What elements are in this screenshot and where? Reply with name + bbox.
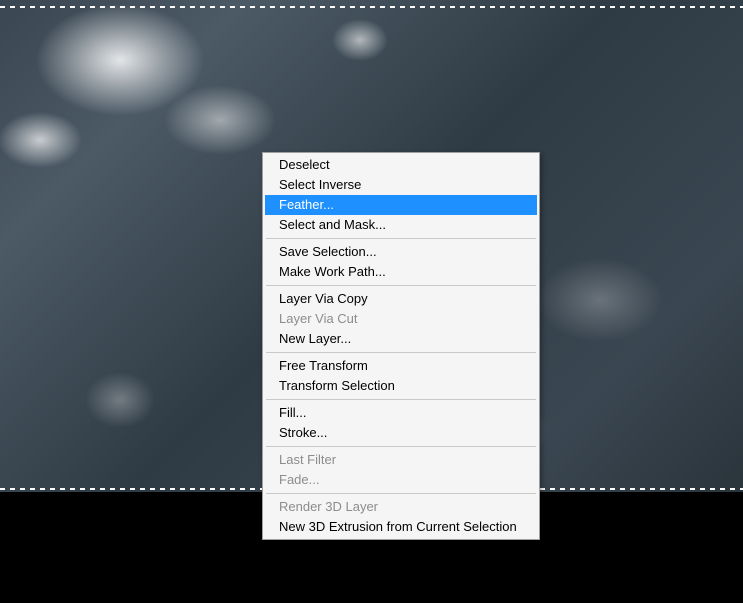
menu-item-save-selection[interactable]: Save Selection... bbox=[265, 242, 537, 262]
canvas-area[interactable]: DeselectSelect InverseFeather...Select a… bbox=[0, 0, 743, 603]
menu-item-new-layer[interactable]: New Layer... bbox=[265, 329, 537, 349]
menu-separator bbox=[266, 352, 536, 353]
menu-item-stroke[interactable]: Stroke... bbox=[265, 423, 537, 443]
menu-separator bbox=[266, 493, 536, 494]
menu-item-free-transform[interactable]: Free Transform bbox=[265, 356, 537, 376]
menu-item-fade: Fade... bbox=[265, 470, 537, 490]
menu-item-make-work-path[interactable]: Make Work Path... bbox=[265, 262, 537, 282]
menu-separator bbox=[266, 285, 536, 286]
menu-item-feather[interactable]: Feather... bbox=[265, 195, 537, 215]
menu-item-select-inverse[interactable]: Select Inverse bbox=[265, 175, 537, 195]
menu-item-transform-selection[interactable]: Transform Selection bbox=[265, 376, 537, 396]
menu-item-deselect[interactable]: Deselect bbox=[265, 155, 537, 175]
menu-item-layer-via-cut: Layer Via Cut bbox=[265, 309, 537, 329]
menu-separator bbox=[266, 238, 536, 239]
menu-item-last-filter: Last Filter bbox=[265, 450, 537, 470]
menu-item-fill[interactable]: Fill... bbox=[265, 403, 537, 423]
menu-item-render-3d-layer: Render 3D Layer bbox=[265, 497, 537, 517]
menu-item-new-3d-extrusion[interactable]: New 3D Extrusion from Current Selection bbox=[265, 517, 537, 537]
menu-item-layer-via-copy[interactable]: Layer Via Copy bbox=[265, 289, 537, 309]
context-menu[interactable]: DeselectSelect InverseFeather...Select a… bbox=[262, 152, 540, 540]
menu-separator bbox=[266, 399, 536, 400]
menu-separator bbox=[266, 446, 536, 447]
menu-item-select-and-mask[interactable]: Select and Mask... bbox=[265, 215, 537, 235]
